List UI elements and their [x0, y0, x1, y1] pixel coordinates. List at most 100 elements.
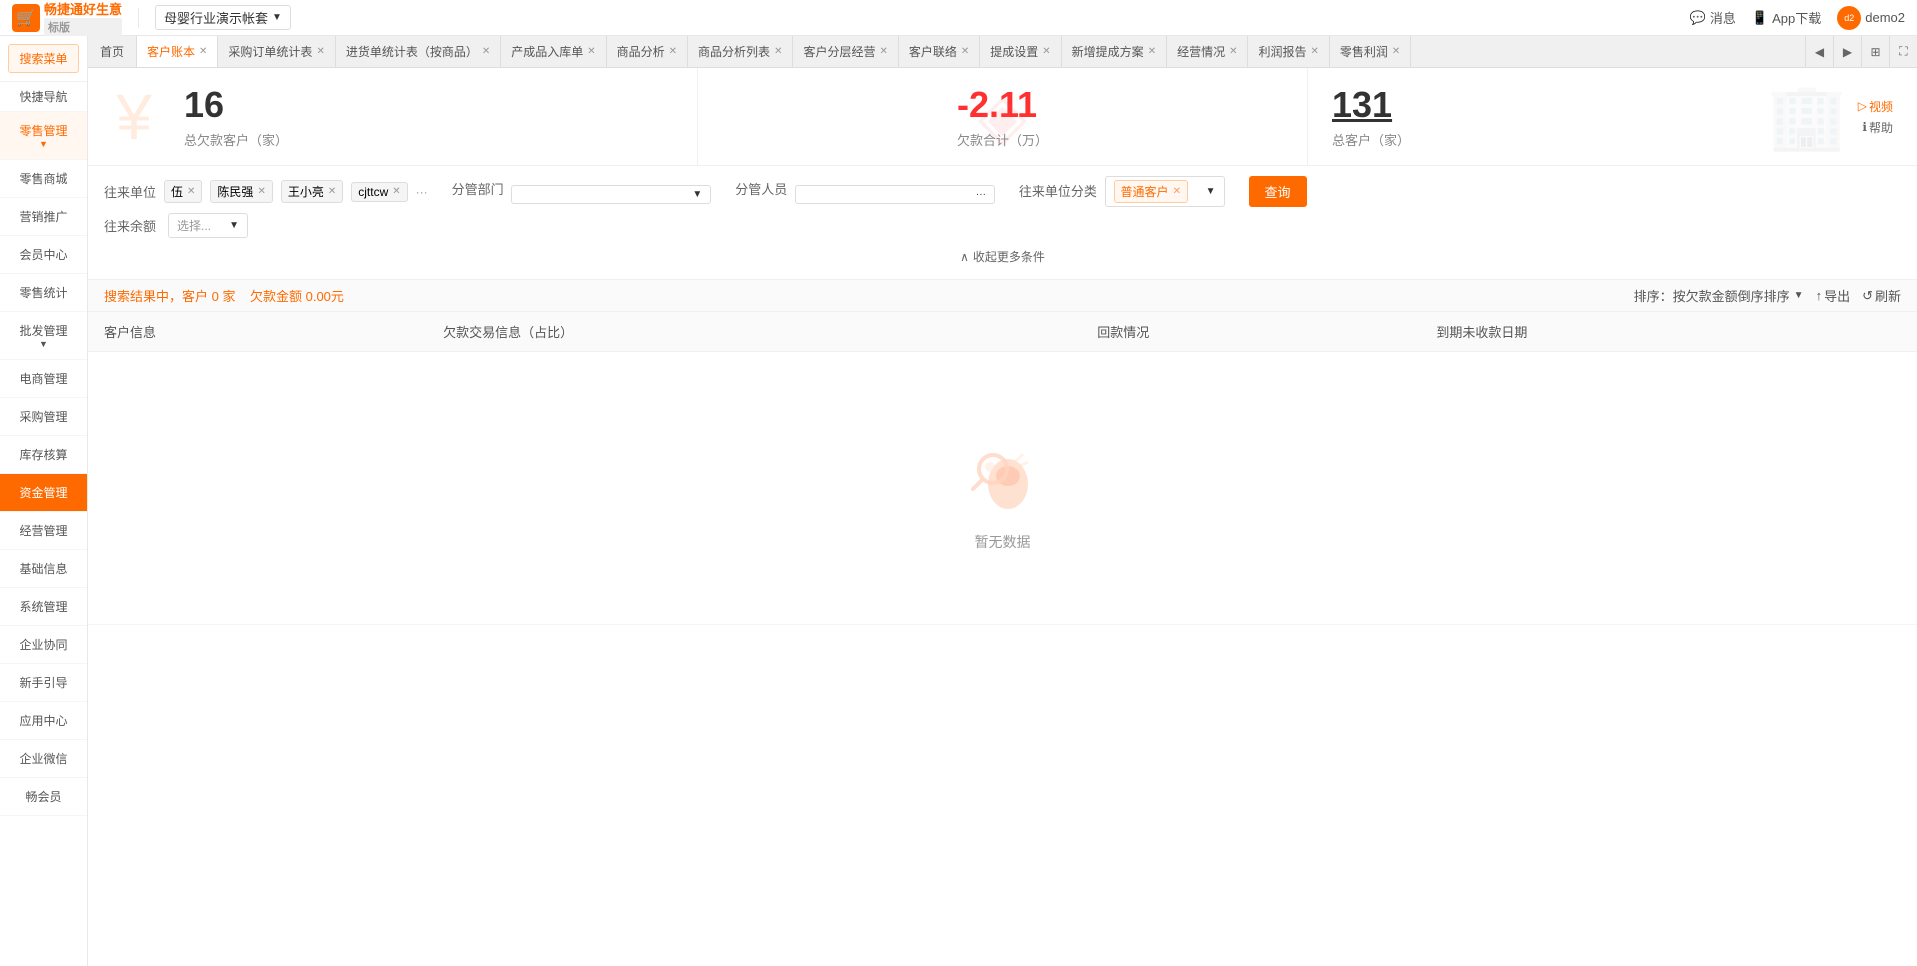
tab-close-icon[interactable]: ✕ [482, 46, 490, 57]
tab-close-icon[interactable]: ✕ [199, 46, 207, 57]
tab-close-icon[interactable]: ✕ [1148, 46, 1156, 57]
app-download-label: App下载 [1772, 8, 1821, 27]
tab-left-btn[interactable]: ◀ [1805, 36, 1833, 68]
empty-text: 暂无数据 [975, 532, 1031, 552]
logo-area: 🛒 畅捷通好生意 标版 [12, 0, 122, 36]
tab-product-analysis-list[interactable]: 商品分析列表 ✕ [688, 36, 793, 68]
tab-fullscreen-btn[interactable]: ⛶ [1889, 36, 1917, 68]
tab-right-btn[interactable]: ▶ [1833, 36, 1861, 68]
export-btn[interactable]: ↑ 导出 [1816, 286, 1851, 305]
tab-customer-contact[interactable]: 客户联络 ✕ [899, 36, 980, 68]
sort-select[interactable]: 排序：按欠款金额倒序排序 ▼ [1634, 286, 1804, 305]
expand-icon: ▼ [4, 339, 83, 349]
filter-tag-close[interactable]: ✕ [328, 186, 336, 197]
tab-customer-tier[interactable]: 客户分层经营 ✕ [793, 36, 898, 68]
chevron-down-icon: ▼ [692, 189, 702, 200]
tab-close-icon[interactable]: ✕ [587, 46, 595, 57]
tab-close-icon[interactable]: ✕ [1042, 46, 1050, 57]
sidebar-item-finance[interactable]: 资金管理 [0, 474, 87, 512]
tab-purchase-stats[interactable]: 采购订单统计表 ✕ [218, 36, 335, 68]
suite-selector[interactable]: 母婴行业演示帐套 ▼ [155, 5, 291, 30]
table-body: 暂无数据 [88, 352, 1917, 625]
sidebar-item-label: 经营管理 [19, 524, 67, 538]
stat-card-actions: ▷ 视频 ℹ 帮助 [1858, 98, 1893, 136]
sidebar-item-wholesale[interactable]: 批发管理 ▼ [0, 312, 87, 360]
export-icon: ↑ [1816, 288, 1823, 303]
sidebar-item-member-vip[interactable]: 畅会员 [0, 778, 87, 816]
stat-number-total: 131 [1332, 84, 1410, 126]
message-label: 消息 [1710, 8, 1736, 27]
tab-close-icon[interactable]: ✕ [879, 46, 887, 57]
sidebar-item-enterprise-wechat[interactable]: 企业微信 [0, 740, 87, 778]
search-menu-button[interactable]: 搜索菜单 [8, 44, 79, 73]
refresh-btn[interactable]: ↺ 刷新 [1862, 286, 1901, 305]
app-download-btn[interactable]: 📱 App下载 [1752, 8, 1821, 27]
sidebar-item-marketing[interactable]: 营销推广 [0, 198, 87, 236]
tab-close-icon[interactable]: ✕ [961, 46, 969, 57]
tab-close-icon[interactable]: ✕ [1392, 46, 1400, 57]
sidebar-item-purchase[interactable]: 采购管理 [0, 398, 87, 436]
category-tag-close[interactable]: ✕ [1173, 186, 1181, 197]
user-area[interactable]: d2 demo2 [1837, 6, 1905, 30]
chevron-down-icon: ▼ [272, 12, 282, 23]
filter-tag-close[interactable]: ✕ [187, 186, 195, 197]
sidebar-item-ecommerce[interactable]: 电商管理 [0, 360, 87, 398]
col-customer-info: 客户信息 [88, 312, 427, 352]
tab-operations[interactable]: 经营情况 ✕ [1167, 36, 1248, 68]
tab-profit-report[interactable]: 利润报告 ✕ [1248, 36, 1329, 68]
sidebar-item-inventory[interactable]: 库存核算 [0, 436, 87, 474]
sidebar-item-basic-info[interactable]: 基础信息 [0, 550, 87, 588]
col-due-date: 到期未收款日期 [1420, 312, 1917, 352]
sidebar-item-enterprise-collab[interactable]: 企业协同 [0, 626, 87, 664]
sidebar-item-system[interactable]: 系统管理 [0, 588, 87, 626]
stats-row: ¥ 16 总欠款客户（家） ◈ -2.11 欠款合计（万） 🏢 [88, 68, 1917, 166]
quick-nav-button[interactable]: 快捷导航 [0, 82, 87, 112]
tab-product-analysis[interactable]: 商品分析 ✕ [607, 36, 688, 68]
tab-label: 经营情况 [1177, 43, 1225, 60]
filter-more-btn[interactable]: ··· [416, 185, 428, 199]
filter-person-select[interactable]: ··· [795, 185, 995, 204]
tab-close-icon[interactable]: ✕ [1229, 46, 1237, 57]
tab-purchase-stats-product[interactable]: 进货单统计表（按商品） ✕ [336, 36, 501, 68]
sidebar-item-member[interactable]: 会员中心 [0, 236, 87, 274]
table-header: 客户信息 欠款交易信息（占比） 回款情况 到期未收款日期 [88, 312, 1917, 352]
tab-commission-settings[interactable]: 提成设置 ✕ [980, 36, 1061, 68]
sidebar-item-retail[interactable]: 零售管理 ▼ [0, 112, 87, 160]
expand-icon: ▼ [4, 139, 83, 149]
tab-retail-profit[interactable]: 零售利润 ✕ [1330, 36, 1411, 68]
filter-tag-close[interactable]: ✕ [392, 186, 400, 197]
message-btn[interactable]: 💬 消息 [1690, 8, 1736, 27]
top-bar: 🛒 畅捷通好生意 标版 母婴行业演示帐套 ▼ 💬 消息 📱 App下载 d2 d… [0, 0, 1917, 36]
sidebar-item-newbie[interactable]: 新手引导 [0, 664, 87, 702]
sidebar-item-retail-stats[interactable]: 零售统计 [0, 274, 87, 312]
filter-category-select[interactable]: 普通客户 ✕ ▼ [1105, 176, 1225, 207]
result-bar: 搜索结果中，客户 0 家 欠款金额 0.00元 排序：按欠款金额倒序排序 ▼ ↑… [88, 280, 1917, 312]
tab-expand-btn[interactable]: ⊞ [1861, 36, 1889, 68]
filter-area: 往来单位 伍 ✕ 陈民强 ✕ 王小亮 ✕ cjttcw [88, 166, 1917, 280]
tab-account-book[interactable]: 客户账本 ✕ [137, 36, 218, 68]
help-icon: ℹ [1862, 120, 1867, 134]
tab-product-in[interactable]: 产成品入库单 ✕ [501, 36, 606, 68]
sidebar-item-retail-mall[interactable]: 零售商城 [0, 160, 87, 198]
filter-tag-close[interactable]: ✕ [257, 186, 265, 197]
tab-close-icon[interactable]: ✕ [669, 46, 677, 57]
tab-home[interactable]: 首页 [88, 36, 137, 68]
filter-collapse-btn[interactable]: ∧ 收起更多条件 [104, 244, 1901, 269]
sidebar-item-label: 新手引导 [19, 676, 67, 690]
sidebar-item-app-center[interactable]: 应用中心 [0, 702, 87, 740]
query-button[interactable]: 查询 [1249, 176, 1307, 207]
sidebar-item-operations[interactable]: 经营管理 [0, 512, 87, 550]
filter-balance-select[interactable]: 选择... ▼ [168, 213, 248, 238]
tab-new-commission[interactable]: 新增提成方案 ✕ [1062, 36, 1167, 68]
collapse-icon: ∧ [960, 250, 969, 264]
tab-close-icon[interactable]: ✕ [316, 46, 324, 57]
tab-close-icon[interactable]: ✕ [774, 46, 782, 57]
filter-dept-select[interactable]: ▼ [511, 185, 711, 204]
filter-tag-unit4: cjttcw ✕ [351, 182, 407, 202]
tab-close-icon[interactable]: ✕ [1311, 46, 1319, 57]
stat-card-customers: ¥ 16 总欠款客户（家） [88, 68, 698, 165]
stat-icon-building: 🏢 [1777, 87, 1837, 147]
video-btn[interactable]: ▷ 视频 [1858, 98, 1893, 115]
help-btn[interactable]: ℹ 帮助 [1862, 119, 1893, 136]
suite-name: 母婴行业演示帐套 [164, 8, 268, 27]
